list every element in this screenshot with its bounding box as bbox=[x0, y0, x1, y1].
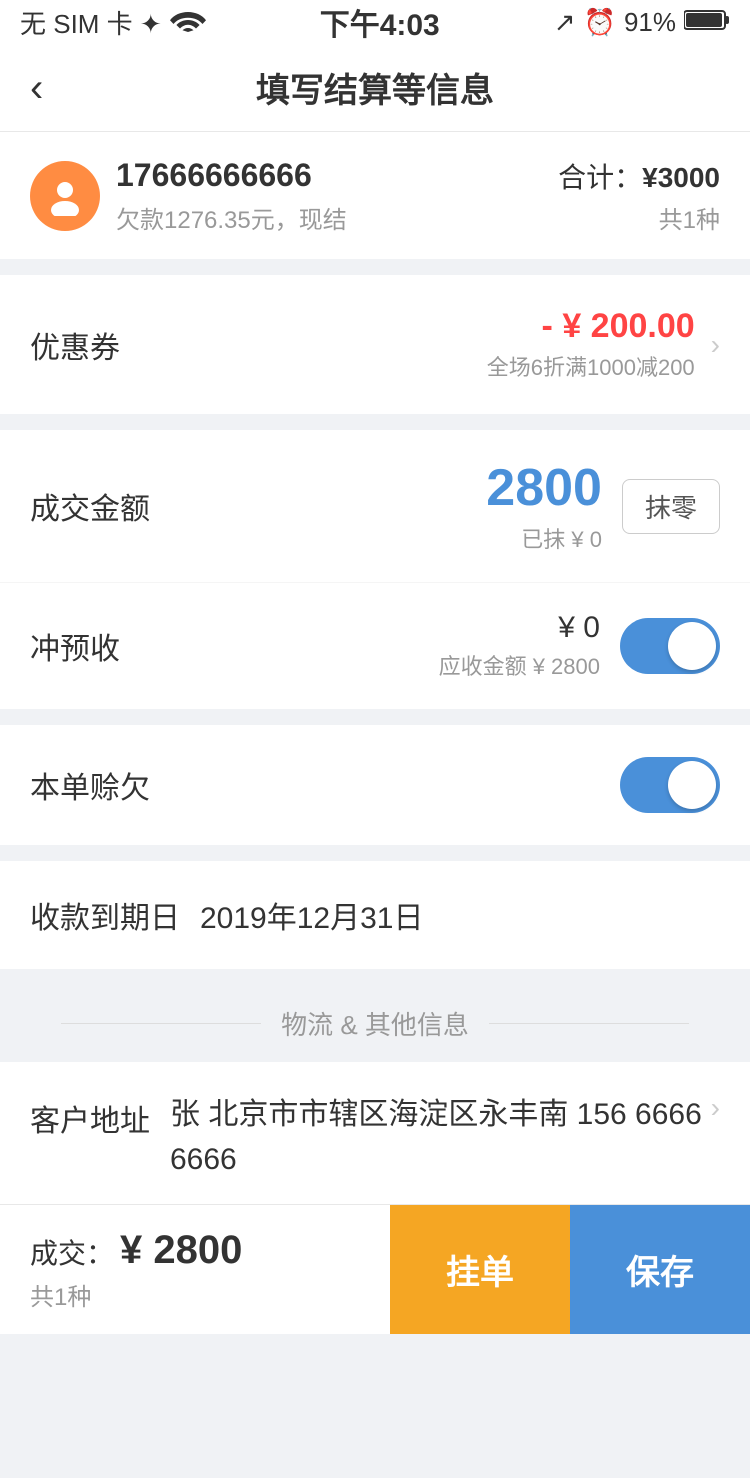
amount-label: 成交金额 bbox=[30, 484, 150, 528]
amount-right: 2800 已抹 ¥ 0 bbox=[486, 458, 602, 554]
hang-order-button[interactable]: 挂单 bbox=[390, 1205, 570, 1334]
nav-bar: ‹ 填写结算等信息 bbox=[0, 44, 750, 132]
duedate-value: 2019年12月31日 bbox=[200, 893, 423, 937]
sim-label: 无 SIM 卡 ✦ bbox=[20, 4, 162, 41]
coupon-values: - ¥ 200.00 全场6折满1000减200 bbox=[487, 307, 695, 382]
coupon-section: 优惠券 - ¥ 200.00 全场6折满1000减200 › bbox=[0, 275, 750, 414]
location-icon: ↗ bbox=[554, 7, 576, 38]
deal-label: 成交： bbox=[30, 1232, 114, 1272]
save-button[interactable]: 保存 bbox=[570, 1205, 750, 1334]
battery-label: 91% bbox=[624, 7, 676, 38]
customer-phone: 17666666666 bbox=[116, 157, 347, 194]
deal-amount: ¥ 2800 bbox=[120, 1228, 242, 1273]
status-time: 下午4:03 bbox=[320, 0, 440, 44]
total-value: ¥3000 bbox=[642, 162, 720, 193]
coupon-desc: 全场6折满1000减200 bbox=[487, 350, 695, 382]
battery-icon bbox=[684, 7, 730, 38]
debit-label: 本单赊欠 bbox=[30, 763, 150, 807]
debit-section: 本单赊欠 bbox=[0, 725, 750, 845]
duedate-row: 收款到期日 2019年12月31日 bbox=[30, 893, 720, 937]
customer-left: 17666666666 欠款1276.35元，现结 bbox=[30, 157, 347, 235]
logistics-label: 物流 & 其他信息 bbox=[281, 1005, 469, 1042]
logistics-divider: 物流 & 其他信息 bbox=[0, 985, 750, 1062]
total-text: 合计： bbox=[558, 162, 642, 193]
prepay-label: 冲预收 bbox=[30, 624, 120, 668]
coupon-chevron-icon: › bbox=[711, 329, 720, 361]
address-value: 张 北京市市辖区海淀区永丰南 156 6666 6666 bbox=[170, 1092, 711, 1182]
amount-section: 成交金额 2800 已抹 ¥ 0 抹零 冲预收 ¥ 0 应收金额 ¥ 2800 bbox=[0, 430, 750, 709]
page-title: 填写结算等信息 bbox=[256, 63, 494, 112]
status-bar: 无 SIM 卡 ✦ 下午4:03 ↗ ⏰ 91% bbox=[0, 0, 750, 44]
prepay-right: ¥ 0 应收金额 ¥ 2800 bbox=[439, 611, 720, 681]
avatar bbox=[30, 161, 100, 231]
bottom-summary: 成交： ¥ 2800 共1种 bbox=[0, 1228, 390, 1312]
amount-value-area: 2800 已抹 ¥ 0 抹零 bbox=[486, 458, 720, 554]
total-count: 共1种 bbox=[558, 200, 720, 235]
divider-line-left bbox=[61, 1023, 261, 1024]
coupon-right: - ¥ 200.00 全场6折满1000减200 › bbox=[487, 307, 720, 382]
coupon-discount: - ¥ 200.00 bbox=[487, 307, 695, 346]
coupon-row[interactable]: 优惠券 - ¥ 200.00 全场6折满1000减200 › bbox=[0, 275, 750, 414]
customer-card: 17666666666 欠款1276.35元，现结 合计：¥3000 共1种 bbox=[0, 132, 750, 259]
status-left: 无 SIM 卡 ✦ bbox=[20, 4, 206, 41]
divider-line-right bbox=[489, 1023, 689, 1024]
address-section[interactable]: 客户地址 张 北京市市辖区海淀区永丰南 156 6666 6666 › bbox=[0, 1062, 750, 1212]
prepay-amount: ¥ 0 bbox=[439, 611, 600, 645]
back-button[interactable]: ‹ bbox=[30, 68, 43, 108]
amount-main: 2800 bbox=[486, 458, 602, 518]
round-zero-button[interactable]: 抹零 bbox=[622, 479, 720, 534]
prepay-value-area: ¥ 0 应收金额 ¥ 2800 bbox=[439, 611, 600, 681]
toggle-thumb bbox=[668, 622, 716, 670]
amount-sub: 已抹 ¥ 0 bbox=[486, 522, 602, 554]
prepay-row: 冲预收 ¥ 0 应收金额 ¥ 2800 bbox=[0, 583, 750, 709]
transaction-amount-row: 成交金额 2800 已抹 ¥ 0 抹零 bbox=[0, 430, 750, 583]
duedate-label: 收款到期日 bbox=[30, 893, 180, 937]
coupon-label: 优惠券 bbox=[30, 323, 120, 367]
wifi-icon bbox=[170, 6, 206, 39]
bottom-bar: 成交： ¥ 2800 共1种 挂单 保存 bbox=[0, 1204, 750, 1334]
total-label: 合计：¥3000 bbox=[558, 156, 720, 196]
deal-line: 成交： ¥ 2800 bbox=[30, 1228, 360, 1273]
address-label: 客户地址 bbox=[30, 1092, 150, 1140]
debit-toggle[interactable] bbox=[620, 757, 720, 813]
prepay-receivable: 应收金额 ¥ 2800 bbox=[439, 649, 600, 681]
address-chevron-icon: › bbox=[711, 1092, 720, 1124]
prepay-toggle[interactable] bbox=[620, 618, 720, 674]
customer-debt: 欠款1276.35元，现结 bbox=[116, 200, 347, 235]
customer-totals: 合计：¥3000 共1种 bbox=[558, 156, 720, 235]
customer-info: 17666666666 欠款1276.35元，现结 bbox=[116, 157, 347, 235]
status-right: ↗ ⏰ 91% bbox=[554, 7, 730, 38]
debit-toggle-thumb bbox=[668, 761, 716, 809]
duedate-section: 收款到期日 2019年12月31日 bbox=[0, 861, 750, 969]
alarm-icon: ⏰ bbox=[584, 7, 616, 38]
deal-count: 共1种 bbox=[30, 1277, 360, 1312]
